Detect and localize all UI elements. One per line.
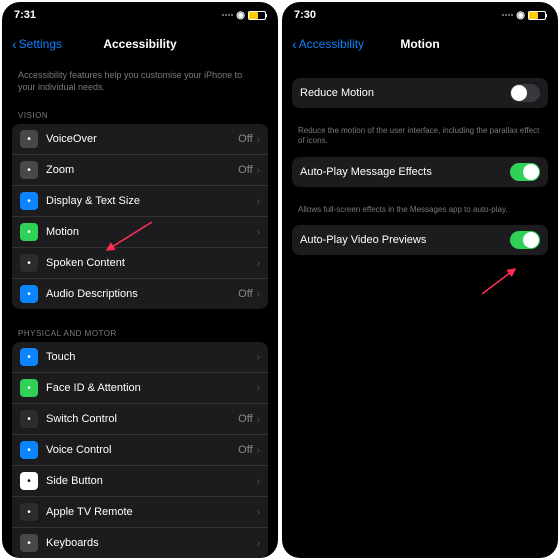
row-icon: • <box>20 503 38 521</box>
wifi-icon: ◉ <box>236 10 245 21</box>
helper-text: Reduce the motion of the user interface,… <box>292 122 548 157</box>
row-icon: • <box>20 254 38 272</box>
wifi-icon: ◉ <box>516 10 525 21</box>
vision-group: •VoiceOverOff›•ZoomOff›•Display & Text S… <box>12 124 268 309</box>
row-icon: • <box>20 223 38 241</box>
back-button[interactable]: ‹ Accessibility <box>292 36 364 52</box>
section-header-vision: VISION <box>12 105 268 124</box>
vision-row[interactable]: • VoiceOverOff › <box>12 124 268 155</box>
reduce-motion-row[interactable]: Reduce Motion <box>292 78 548 108</box>
back-button[interactable]: ‹ Settings <box>12 36 62 52</box>
nav-bar: ‹ Accessibility Motion <box>282 28 558 60</box>
row-value: Off <box>238 413 252 425</box>
chevron-right-icon: › <box>257 165 260 176</box>
motor-row[interactable]: • Switch ControlOff › <box>12 404 268 435</box>
vision-row[interactable]: • Audio DescriptionsOff › <box>12 279 268 309</box>
row-icon: • <box>20 441 38 459</box>
autoplay-messages-toggle[interactable] <box>510 163 540 181</box>
time: 7:30 <box>294 9 316 21</box>
chevron-left-icon: ‹ <box>12 36 17 52</box>
chevron-right-icon: › <box>257 476 260 487</box>
row-icon: • <box>20 534 38 552</box>
row-icon: • <box>20 192 38 210</box>
row-icon: • <box>20 161 38 179</box>
chevron-right-icon: › <box>257 134 260 145</box>
row-label: VoiceOver <box>46 133 238 145</box>
motor-row[interactable]: • Apple TV Remote › <box>12 497 268 528</box>
autoplay-messages-group: Auto-Play Message Effects <box>292 157 548 187</box>
row-icon: • <box>20 348 38 366</box>
chevron-right-icon: › <box>257 538 260 549</box>
motor-row[interactable]: • Voice ControlOff › <box>12 435 268 466</box>
battery-icon <box>528 11 546 20</box>
chevron-right-icon: › <box>257 227 260 238</box>
vision-row[interactable]: • Spoken Content › <box>12 248 268 279</box>
motor-group: • Touch › • Face ID & Attention › • Switch Cont… <box>12 342 268 558</box>
motor-row[interactable]: • Side Button › <box>12 466 268 497</box>
row-label: Auto-Play Video Previews <box>300 234 510 246</box>
battery-icon <box>248 11 266 20</box>
chevron-left-icon: ‹ <box>292 36 297 52</box>
row-value: Off <box>238 444 252 456</box>
row-label: Spoken Content <box>46 257 253 269</box>
row-label: Face ID & Attention <box>46 382 253 394</box>
chevron-right-icon: › <box>257 414 260 425</box>
page-title: Accessibility <box>103 37 176 51</box>
row-label: Motion <box>46 226 253 238</box>
autoplay-messages-row[interactable]: Auto-Play Message Effects <box>292 157 548 187</box>
row-value: Off <box>238 288 252 300</box>
row-label: Keyboards <box>46 537 253 549</box>
right-screen: 7:30 ◉ ‹ Accessibility Motion Reduce Mot… <box>282 2 558 558</box>
row-label: Zoom <box>46 164 238 176</box>
chevron-right-icon: › <box>257 289 260 300</box>
left-screen: 7:31 ◉ ‹ Settings Accessibility Accessib… <box>2 2 278 558</box>
nav-bar: ‹ Settings Accessibility <box>2 28 278 60</box>
vision-row[interactable]: • Motion › <box>12 217 268 248</box>
row-icon: • <box>20 472 38 490</box>
row-label: Display & Text Size <box>46 195 253 207</box>
motor-row[interactable]: • Keyboards › <box>12 528 268 558</box>
row-label: Switch Control <box>46 413 238 425</box>
status-bar: 7:31 ◉ <box>2 2 278 28</box>
row-label: Audio Descriptions <box>46 288 238 300</box>
row-label: Reduce Motion <box>300 87 510 99</box>
status-icons: ◉ <box>222 10 266 21</box>
section-header-motor: PHYSICAL AND MOTOR <box>12 323 268 342</box>
row-icon: • <box>20 130 38 148</box>
intro-text: Accessibility features help you customis… <box>12 60 268 105</box>
chevron-right-icon: › <box>257 258 260 269</box>
helper-text: Allows full-screen effects in the Messag… <box>292 201 548 225</box>
row-icon: • <box>20 285 38 303</box>
page-title: Motion <box>400 37 439 51</box>
autoplay-video-toggle[interactable] <box>510 231 540 249</box>
row-label: Touch <box>46 351 253 363</box>
chevron-right-icon: › <box>257 445 260 456</box>
autoplay-video-row[interactable]: Auto-Play Video Previews <box>292 225 548 255</box>
motor-row[interactable]: • Touch › <box>12 342 268 373</box>
row-value: Off <box>238 164 252 176</box>
row-icon: • <box>20 410 38 428</box>
motor-row[interactable]: • Face ID & Attention › <box>12 373 268 404</box>
autoplay-video-group: Auto-Play Video Previews <box>292 225 548 255</box>
reduce-motion-toggle[interactable] <box>510 84 540 102</box>
reduce-motion-group: Reduce Motion <box>292 78 548 108</box>
row-label: Apple TV Remote <box>46 506 253 518</box>
row-value: Off <box>238 133 252 145</box>
row-label: Auto-Play Message Effects <box>300 166 510 178</box>
status-bar: 7:30 ◉ <box>282 2 558 28</box>
chevron-right-icon: › <box>257 196 260 207</box>
time: 7:31 <box>14 9 36 21</box>
status-icons: ◉ <box>502 10 546 21</box>
chevron-right-icon: › <box>257 383 260 394</box>
row-label: Voice Control <box>46 444 238 456</box>
row-icon: • <box>20 379 38 397</box>
vision-row[interactable]: • ZoomOff › <box>12 155 268 186</box>
row-label: Side Button <box>46 475 253 487</box>
vision-row[interactable]: • Display & Text Size › <box>12 186 268 217</box>
chevron-right-icon: › <box>257 507 260 518</box>
chevron-right-icon: › <box>257 352 260 363</box>
